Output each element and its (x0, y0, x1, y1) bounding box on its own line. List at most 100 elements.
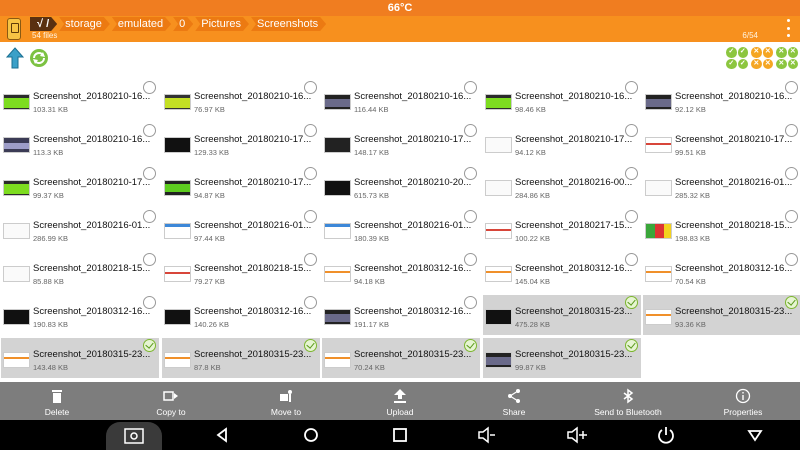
file-item[interactable]: Screenshot_20180312-16... 140.26 KB (162, 295, 320, 335)
selection-checkbox-icon[interactable] (304, 81, 317, 94)
file-item[interactable]: Screenshot_20180210-16... 113.3 KB (1, 123, 159, 163)
file-item[interactable]: Screenshot_20180210-16... 98.46 KB (483, 80, 641, 120)
file-item[interactable]: Screenshot_20180312-16... 70.54 KB (643, 252, 800, 292)
file-item[interactable]: Screenshot_20180210-20... 615.73 KB (322, 166, 480, 206)
file-item[interactable]: Screenshot_20180216-01... 285.32 KB (643, 166, 800, 206)
file-size: 145.04 KB (515, 277, 551, 286)
selection-checkbox-icon[interactable] (464, 296, 477, 309)
selection-checkbox-icon[interactable] (464, 124, 477, 137)
selection-checkbox-icon[interactable] (625, 124, 638, 137)
selection-checkbox-icon[interactable] (464, 253, 477, 266)
selected-checkbox-icon[interactable] (143, 339, 156, 352)
hide-nav-icon[interactable] (745, 425, 765, 445)
refresh-icon[interactable] (29, 48, 49, 68)
file-item[interactable]: Screenshot_20180218-15... 198.83 KB (643, 209, 800, 249)
file-item[interactable]: Screenshot_20180210-17... 99.51 KB (643, 123, 800, 163)
file-name: Screenshot_20180210-16... (33, 91, 151, 102)
selection-checkbox-icon[interactable] (464, 81, 477, 94)
volume-down-icon[interactable] (477, 425, 497, 445)
selection-checkbox-icon[interactable] (785, 167, 798, 180)
properties-button[interactable]: Properties (686, 382, 800, 420)
invert-selection-icon[interactable]: ✕ ✕ ✕ ✕ (776, 47, 798, 69)
breadcrumb-screenshots[interactable]: Screenshots (251, 17, 326, 31)
selection-checkbox-icon[interactable] (304, 124, 317, 137)
selected-checkbox-icon[interactable] (464, 339, 477, 352)
file-item[interactable]: Screenshot_20180315-23... 143.48 KB (1, 338, 159, 378)
volume-up-icon[interactable] (566, 425, 590, 445)
selection-checkbox-icon[interactable] (304, 253, 317, 266)
selected-checkbox-icon[interactable] (785, 296, 798, 309)
breadcrumb-pictures[interactable]: Pictures (195, 17, 249, 31)
file-item[interactable]: Screenshot_20180216-01... 97.44 KB (162, 209, 320, 249)
breadcrumb-storage[interactable]: storage (59, 17, 110, 31)
selection-checkbox-icon[interactable] (625, 81, 638, 94)
selection-checkbox-icon[interactable] (143, 167, 156, 180)
selection-checkbox-icon[interactable] (304, 296, 317, 309)
selection-checkbox-icon[interactable] (304, 167, 317, 180)
selection-checkbox-icon[interactable] (143, 124, 156, 137)
copy-to-button[interactable]: Copy to (114, 382, 228, 420)
selection-checkbox-icon[interactable] (625, 167, 638, 180)
deselect-all-icon[interactable]: ✕ ✕ ✕ ✕ (751, 47, 773, 69)
power-icon[interactable] (656, 425, 676, 445)
recents-icon[interactable] (390, 425, 410, 445)
file-item[interactable]: Screenshot_20180312-16... 190.83 KB (1, 295, 159, 335)
home-icon[interactable] (301, 425, 321, 445)
selection-checkbox-icon[interactable] (143, 210, 156, 223)
back-icon[interactable] (212, 425, 232, 445)
file-item[interactable]: Screenshot_20180315-23... 93.36 KB (643, 295, 800, 335)
app-icon[interactable] (7, 18, 21, 40)
delete-button[interactable]: Delete (0, 382, 114, 420)
selection-checkbox-icon[interactable] (143, 81, 156, 94)
file-item[interactable]: Screenshot_20180210-17... 148.17 KB (322, 123, 480, 163)
file-item[interactable]: Screenshot_20180210-17... 129.33 KB (162, 123, 320, 163)
file-item[interactable]: Screenshot_20180216-00... 284.86 KB (483, 166, 641, 206)
file-item[interactable]: Screenshot_20180210-17... 99.37 KB (1, 166, 159, 206)
file-item[interactable]: Screenshot_20180312-16... 145.04 KB (483, 252, 641, 292)
file-item[interactable]: Screenshot_20180312-16... 191.17 KB (322, 295, 480, 335)
file-item[interactable]: Screenshot_20180210-16... 76.97 KB (162, 80, 320, 120)
file-thumbnail (3, 223, 30, 239)
selection-checkbox-icon[interactable] (785, 253, 798, 266)
file-item[interactable]: Screenshot_20180210-16... 92.12 KB (643, 80, 800, 120)
selection-checkbox-icon[interactable] (143, 296, 156, 309)
file-item[interactable]: Screenshot_20180315-23... 87.8 KB (162, 338, 320, 378)
selection-checkbox-icon[interactable] (464, 167, 477, 180)
breadcrumb-0[interactable]: 0 (173, 17, 193, 31)
file-item[interactable]: Screenshot_20180218-15... 79.27 KB (162, 252, 320, 292)
file-item[interactable]: Screenshot_20180315-23... 70.24 KB (322, 338, 480, 378)
selected-checkbox-icon[interactable] (625, 339, 638, 352)
file-item[interactable]: Screenshot_20180210-17... 94.12 KB (483, 123, 641, 163)
file-item[interactable]: Screenshot_20180210-16... 116.44 KB (322, 80, 480, 120)
selected-checkbox-icon[interactable] (625, 296, 638, 309)
file-item[interactable]: Screenshot_20180315-23... 99.87 KB (483, 338, 641, 378)
overflow-menu-icon[interactable] (785, 19, 791, 37)
selection-checkbox-icon[interactable] (143, 253, 156, 266)
breadcrumb-root[interactable]: √ / (30, 17, 57, 31)
share-button[interactable]: Share (457, 382, 571, 420)
selection-checkbox-icon[interactable] (785, 81, 798, 94)
selection-checkbox-icon[interactable] (625, 253, 638, 266)
file-item[interactable]: Screenshot_20180315-23... 475.28 KB (483, 295, 641, 335)
selection-checkbox-icon[interactable] (785, 124, 798, 137)
selection-checkbox-icon[interactable] (625, 210, 638, 223)
up-arrow-icon[interactable] (6, 47, 24, 69)
move-to-button[interactable]: Move to (229, 382, 343, 420)
send-to-bluetooth-label: Send to Bluetooth (594, 407, 662, 417)
file-item[interactable]: Screenshot_20180210-17... 94.87 KB (162, 166, 320, 206)
file-item[interactable]: Screenshot_20180217-15... 100.22 KB (483, 209, 641, 249)
file-item[interactable]: Screenshot_20180210-16... 103.31 KB (1, 80, 159, 120)
selection-checkbox-icon[interactable] (785, 210, 798, 223)
select-all-icon[interactable]: ✓ ✓ ✓ ✓ (726, 47, 748, 69)
file-item[interactable]: Screenshot_20180312-16... 94.18 KB (322, 252, 480, 292)
breadcrumb-emulated[interactable]: emulated (112, 17, 171, 31)
selection-checkbox-icon[interactable] (464, 210, 477, 223)
selected-checkbox-icon[interactable] (304, 339, 317, 352)
screenshot-nav-button[interactable] (106, 422, 162, 450)
file-item[interactable]: Screenshot_20180216-01... 180.39 KB (322, 209, 480, 249)
file-item[interactable]: Screenshot_20180216-01... 286.99 KB (1, 209, 159, 249)
upload-button[interactable]: Upload (343, 382, 457, 420)
file-item[interactable]: Screenshot_20180218-15... 85.88 KB (1, 252, 159, 292)
selection-checkbox-icon[interactable] (304, 210, 317, 223)
send-to-bluetooth-button[interactable]: Send to Bluetooth (571, 382, 685, 420)
